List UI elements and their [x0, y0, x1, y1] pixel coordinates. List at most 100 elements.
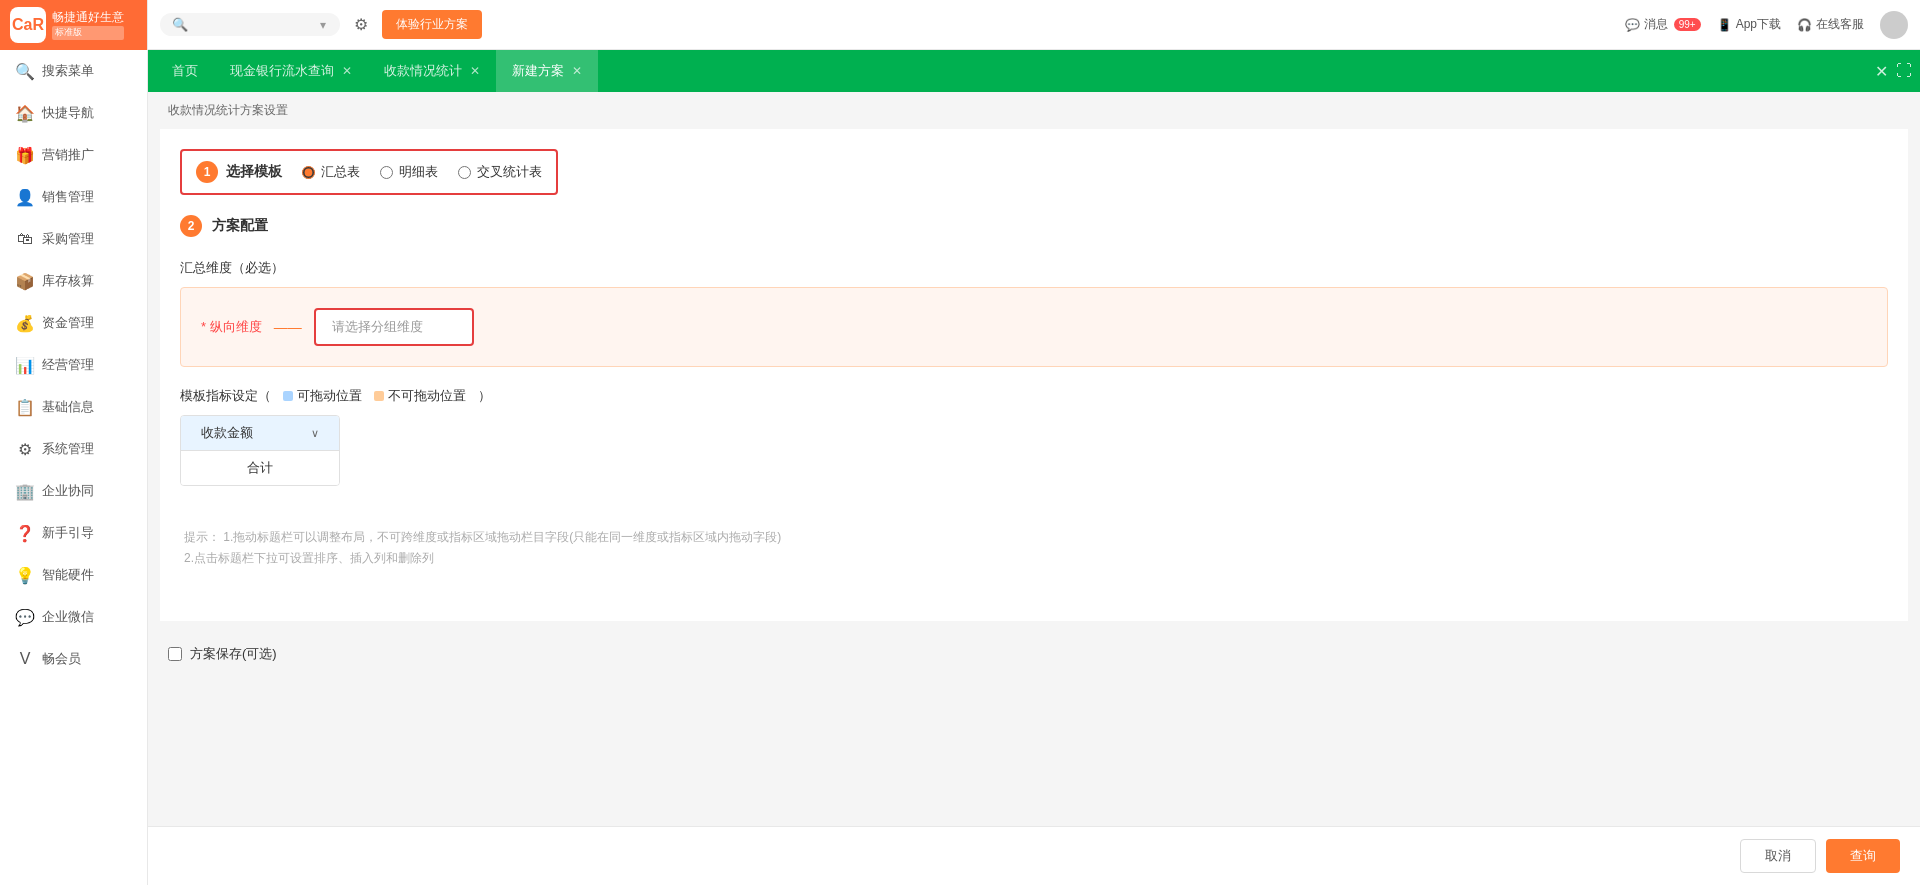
radio-交叉统计表[interactable]: 交叉统计表: [458, 163, 542, 181]
settings-icon[interactable]: ⚙: [350, 11, 372, 38]
query-button[interactable]: 查询: [1826, 839, 1900, 873]
nav-label: 畅会员: [42, 650, 81, 668]
service-item[interactable]: 🎧 在线客服: [1797, 16, 1864, 33]
sidebar-item-快捷导航[interactable]: 🏠快捷导航: [0, 92, 147, 134]
logo-icon: CaR: [10, 7, 46, 43]
sidebar-item-畅会员[interactable]: V畅会员: [0, 638, 147, 680]
sidebar-item-企业协同[interactable]: 🏢 企业协同: [0, 470, 147, 512]
radio-input-1[interactable]: [380, 166, 393, 179]
message-icon: 💬: [1625, 18, 1640, 32]
tab-label: 现金银行流水查询: [230, 62, 334, 80]
logo-text: 畅捷通好生意 标准版: [52, 10, 124, 39]
non-draggable-label: 不可拖动位置: [388, 387, 466, 405]
save-label: 方案保存(可选): [190, 645, 277, 663]
message-item[interactable]: 💬 消息 99+: [1625, 16, 1701, 33]
sidebar-item-搜索菜单[interactable]: 🔍 搜索菜单: [0, 50, 147, 92]
sidebar-item-营销推广[interactable]: 🎁营销推广: [0, 134, 147, 176]
avatar[interactable]: [1880, 11, 1908, 39]
step1-section: 1 选择模板 汇总表 明细表 交叉统计表: [180, 149, 1888, 195]
sidebar-item-采购管理[interactable]: 🛍采购管理: [0, 218, 147, 260]
nav-label: 营销推广: [42, 146, 94, 164]
sidebar-item-智能硬件[interactable]: 💡智能硬件: [0, 554, 147, 596]
nav-label: 资金管理: [42, 314, 94, 332]
expand-icon[interactable]: ⛶: [1896, 62, 1912, 81]
breadcrumb: 收款情况统计方案设置: [148, 92, 1920, 129]
download-item[interactable]: 📱 App下载: [1717, 16, 1781, 33]
nav-icon: 🏢: [16, 482, 34, 500]
nav-icon: 🔍: [16, 62, 34, 80]
indicator-table-row: 合计: [181, 451, 339, 485]
step2-header: 2 方案配置: [180, 215, 1888, 245]
nav-label: 搜索菜单: [42, 62, 94, 80]
tab-close-icon[interactable]: ✕: [342, 64, 352, 78]
tabbar: 首页现金银行流水查询✕收款情况统计✕新建方案✕✕⛶: [148, 50, 1920, 92]
sidebar-item-经营管理[interactable]: 📊经营管理: [0, 344, 147, 386]
indicator-settings: 模板指标设定（ 可拖动位置 不可拖动位置 ） 收款金额: [180, 387, 1888, 489]
dimension-grid: * 纵向维度 —— 请选择分组维度: [180, 287, 1888, 367]
dimension-section: 汇总维度（必选） * 纵向维度 —— 请选择分组维度: [180, 259, 1888, 367]
sidebar-item-资金管理[interactable]: 💰 资金管理: [0, 302, 147, 344]
nav-icon: 👤: [16, 188, 34, 206]
page-content: 收款情况统计方案设置 1 选择模板 汇总表 明细表 交叉统计表 2: [148, 92, 1920, 826]
indicator-dropdown-chevron[interactable]: ∨: [311, 427, 319, 440]
close-all-icon[interactable]: ✕: [1875, 62, 1888, 81]
sidebar-item-基础信息[interactable]: 📋 基础信息: [0, 386, 147, 428]
tab-label: 新建方案: [512, 62, 564, 80]
topbar-right: 💬 消息 99+ 📱 App下载 🎧 在线客服: [1625, 11, 1908, 39]
step1-title: 选择模板: [226, 163, 282, 181]
nav-label: 系统管理: [42, 440, 94, 458]
nav-icon: 📦: [16, 272, 34, 290]
sidebar-item-系统管理[interactable]: ⚙系统管理: [0, 428, 147, 470]
nav-label: 经营管理: [42, 356, 94, 374]
tab-3[interactable]: 新建方案 ✕: [496, 50, 598, 92]
nav-label: 基础信息: [42, 398, 94, 416]
tips-section: 提示： 1.拖动标题栏可以调整布局，不可跨维度或指标区域拖动栏目字段(只能在同一…: [180, 519, 1888, 581]
search-icon: 🔍: [172, 17, 188, 32]
radio-汇总表[interactable]: 汇总表: [302, 163, 360, 181]
step1-badge: 1: [196, 161, 218, 183]
search-dropdown-arrow[interactable]: ▾: [320, 18, 326, 32]
topbar: 🔍 ▾ ⚙ 体验行业方案 💬 消息 99+ 📱 App下载 🎧 在线客服: [148, 0, 1920, 50]
radio-input-2[interactable]: [458, 166, 471, 179]
radio-input-0[interactable]: [302, 166, 315, 179]
tab-close-icon[interactable]: ✕: [572, 64, 582, 78]
nav-icon: ❓: [16, 524, 34, 542]
nav-icon: 📋: [16, 398, 34, 416]
message-badge: 99+: [1674, 18, 1701, 31]
radio-明细表[interactable]: 明细表: [380, 163, 438, 181]
nav-label: 库存核算: [42, 272, 94, 290]
indicator-table: 收款金额 ∨ 合计: [180, 415, 340, 486]
tab-1[interactable]: 现金银行流水查询 ✕: [214, 50, 368, 92]
tab-0[interactable]: 首页: [156, 50, 214, 92]
footer: 取消 查询: [148, 826, 1920, 885]
dimension-select[interactable]: 请选择分组维度: [314, 308, 474, 346]
nav-icon: 💰: [16, 314, 34, 332]
nav-label: 销售管理: [42, 188, 94, 206]
indicator-table-header-label: 收款金额: [201, 424, 253, 442]
search-bar[interactable]: 🔍 ▾: [160, 13, 340, 36]
tab-2[interactable]: 收款情况统计✕: [368, 50, 496, 92]
indicator-table-header[interactable]: 收款金额 ∨: [181, 416, 339, 451]
sidebar-item-销售管理[interactable]: 👤 销售管理: [0, 176, 147, 218]
sidebar-item-库存核算[interactable]: 📦 库存核算: [0, 260, 147, 302]
nav-label: 企业协同: [42, 482, 94, 500]
tab-close-icon[interactable]: ✕: [470, 64, 480, 78]
sidebar-item-企业微信[interactable]: 💬企业微信: [0, 596, 147, 638]
search-input[interactable]: [194, 18, 314, 32]
indicator-settings-label: 模板指标设定（: [180, 387, 271, 405]
step1-header: 1 选择模板 汇总表 明细表 交叉统计表: [180, 149, 1888, 195]
radio-label-2: 交叉统计表: [477, 163, 542, 181]
sidebar: CaR 畅捷通好生意 标准版 🔍 搜索菜单 🏠快捷导航🎁营销推广 👤 销售管理 🛍采购管理…: [0, 0, 148, 885]
drag-dot: [283, 391, 293, 401]
nav-label: 新手引导: [42, 524, 94, 542]
trial-button[interactable]: 体验行业方案: [382, 10, 482, 39]
service-icon: 🎧: [1797, 18, 1812, 32]
template-selection-box: 1 选择模板 汇总表 明细表 交叉统计表: [180, 149, 558, 195]
nav-icon: 🏠: [16, 104, 34, 122]
save-checkbox[interactable]: [168, 647, 182, 661]
dimension-label: 汇总维度（必选）: [180, 259, 1888, 277]
step2-badge: 2: [180, 215, 202, 237]
cancel-button[interactable]: 取消: [1740, 839, 1816, 873]
sidebar-item-新手引导[interactable]: ❓ 新手引导: [0, 512, 147, 554]
nav-label: 智能硬件: [42, 566, 94, 584]
